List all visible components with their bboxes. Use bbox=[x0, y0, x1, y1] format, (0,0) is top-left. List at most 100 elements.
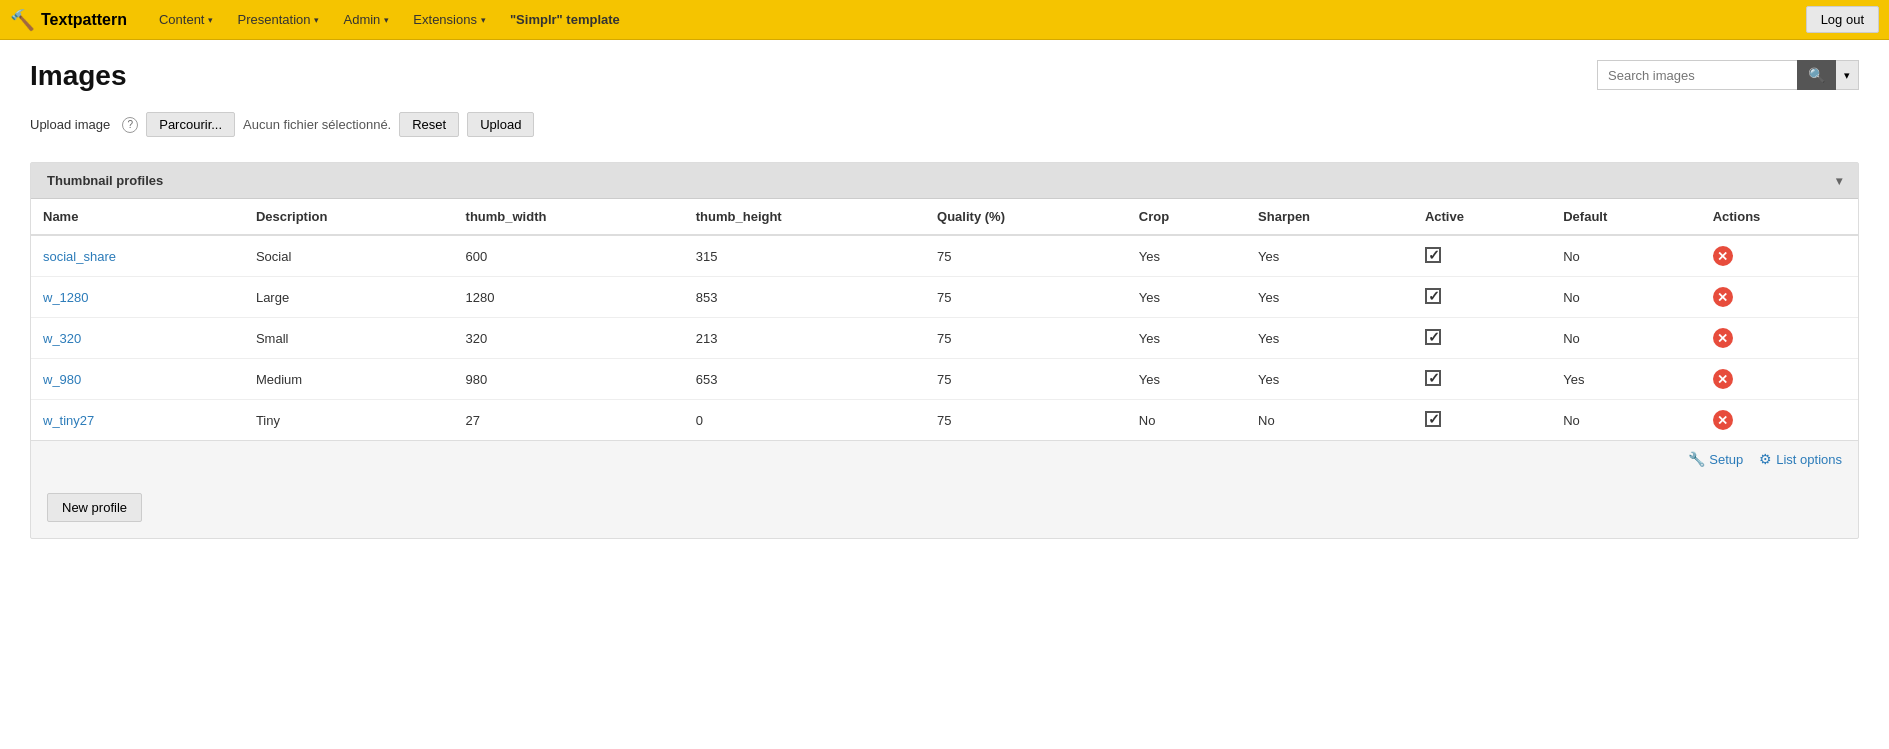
panel-collapse-icon[interactable]: ▾ bbox=[1836, 174, 1842, 188]
profile-default: No bbox=[1551, 400, 1700, 441]
profile-actions: ✕ bbox=[1701, 400, 1858, 441]
new-profile-button[interactable]: New profile bbox=[47, 493, 142, 522]
profile-description: Medium bbox=[244, 359, 454, 400]
gear-icon: ⚙ bbox=[1759, 451, 1772, 467]
profile-name-link[interactable]: w_tiny27 bbox=[43, 413, 94, 428]
nav-item-admin[interactable]: Admin ▾ bbox=[331, 0, 401, 40]
profile-description: Small bbox=[244, 318, 454, 359]
col-quality: Quality (%) bbox=[925, 199, 1127, 235]
upload-row: Upload image ? Parcourir... Aucun fichie… bbox=[30, 112, 1859, 137]
col-default: Default bbox=[1551, 199, 1700, 235]
table-header: Name Description thumb_width thumb_heigh… bbox=[31, 199, 1858, 235]
profile-name-link[interactable]: social_share bbox=[43, 249, 116, 264]
panel-footer: 🔧 Setup ⚙ List options bbox=[31, 440, 1858, 477]
page-title: Images bbox=[30, 60, 127, 92]
reset-button[interactable]: Reset bbox=[399, 112, 459, 137]
profiles-table: Name Description thumb_width thumb_heigh… bbox=[31, 199, 1858, 440]
active-checkbox[interactable] bbox=[1425, 329, 1441, 345]
col-description: Description bbox=[244, 199, 454, 235]
nav-extensions-label: Extensions bbox=[413, 12, 477, 27]
profile-actions: ✕ bbox=[1701, 235, 1858, 277]
table-row: w_tiny27 Tiny 27 0 75 No No No ✕ bbox=[31, 400, 1858, 441]
col-thumb-width: thumb_width bbox=[454, 199, 684, 235]
profile-crop: Yes bbox=[1127, 318, 1246, 359]
delete-icon[interactable]: ✕ bbox=[1713, 328, 1733, 348]
profile-thumb-height: 653 bbox=[684, 359, 925, 400]
file-name-display: Aucun fichier sélectionné. bbox=[243, 117, 391, 132]
profile-crop: No bbox=[1127, 400, 1246, 441]
active-checkbox[interactable] bbox=[1425, 288, 1441, 304]
active-checkbox[interactable] bbox=[1425, 247, 1441, 263]
wrench-icon: 🔧 bbox=[1688, 451, 1705, 467]
nav-presentation-label: Presentation bbox=[237, 12, 310, 27]
profile-active[interactable] bbox=[1413, 400, 1551, 441]
nav-item-presentation[interactable]: Presentation ▾ bbox=[225, 0, 331, 40]
profile-sharpen: Yes bbox=[1246, 277, 1413, 318]
table-row: w_1280 Large 1280 853 75 Yes Yes No ✕ bbox=[31, 277, 1858, 318]
search-input[interactable] bbox=[1597, 60, 1797, 90]
delete-icon[interactable]: ✕ bbox=[1713, 410, 1733, 430]
delete-icon[interactable]: ✕ bbox=[1713, 287, 1733, 307]
nav-item-content[interactable]: Content ▾ bbox=[147, 0, 226, 40]
table-row: w_980 Medium 980 653 75 Yes Yes Yes ✕ bbox=[31, 359, 1858, 400]
profile-active[interactable] bbox=[1413, 318, 1551, 359]
profile-thumb-width: 320 bbox=[454, 318, 684, 359]
profile-thumb-height: 0 bbox=[684, 400, 925, 441]
nav-item-extensions[interactable]: Extensions ▾ bbox=[401, 0, 498, 40]
brand-name: Textpattern bbox=[41, 11, 127, 29]
active-checkbox[interactable] bbox=[1425, 411, 1441, 427]
list-options-link[interactable]: ⚙ List options bbox=[1759, 451, 1842, 467]
upload-button[interactable]: Upload bbox=[467, 112, 534, 137]
browse-button[interactable]: Parcourir... bbox=[146, 112, 235, 137]
logout-button[interactable]: Log out bbox=[1806, 6, 1879, 33]
help-icon[interactable]: ? bbox=[122, 117, 138, 133]
page-header: Images 🔍 ▾ bbox=[30, 60, 1859, 92]
delete-icon[interactable]: ✕ bbox=[1713, 246, 1733, 266]
profile-name-link[interactable]: w_980 bbox=[43, 372, 81, 387]
profile-name-link[interactable]: w_320 bbox=[43, 331, 81, 346]
profile-actions: ✕ bbox=[1701, 318, 1858, 359]
profile-thumb-width: 980 bbox=[454, 359, 684, 400]
profiles-panel: Thumbnail profiles ▾ Name Description th… bbox=[30, 162, 1859, 539]
brand-logo[interactable]: 🔨 Textpattern bbox=[10, 8, 127, 32]
profile-crop: Yes bbox=[1127, 277, 1246, 318]
profile-thumb-width: 27 bbox=[454, 400, 684, 441]
profile-quality: 75 bbox=[925, 318, 1127, 359]
active-checkbox[interactable] bbox=[1425, 370, 1441, 386]
profile-sharpen: Yes bbox=[1246, 318, 1413, 359]
nav-menu: Content ▾ Presentation ▾ Admin ▾ Extensi… bbox=[147, 0, 632, 40]
profile-quality: 75 bbox=[925, 359, 1127, 400]
profiles-header: Thumbnail profiles ▾ bbox=[31, 163, 1858, 199]
search-dropdown-button[interactable]: ▾ bbox=[1836, 60, 1859, 90]
profile-sharpen: Yes bbox=[1246, 359, 1413, 400]
table-wrapper: Name Description thumb_width thumb_heigh… bbox=[31, 199, 1858, 440]
profile-sharpen: Yes bbox=[1246, 235, 1413, 277]
profile-default: No bbox=[1551, 277, 1700, 318]
search-button[interactable]: 🔍 bbox=[1797, 60, 1836, 90]
upload-label: Upload image bbox=[30, 117, 110, 132]
table-body: social_share Social 600 315 75 Yes Yes N… bbox=[31, 235, 1858, 440]
col-thumb-height: thumb_height bbox=[684, 199, 925, 235]
profiles-title: Thumbnail profiles bbox=[47, 173, 163, 188]
delete-icon[interactable]: ✕ bbox=[1713, 369, 1733, 389]
profile-active[interactable] bbox=[1413, 277, 1551, 318]
profile-thumb-height: 213 bbox=[684, 318, 925, 359]
chevron-down-icon: ▾ bbox=[208, 15, 213, 25]
profile-description: Large bbox=[244, 277, 454, 318]
nav-template: "Simplr" template bbox=[498, 0, 632, 40]
profile-active[interactable] bbox=[1413, 235, 1551, 277]
nav-admin-label: Admin bbox=[343, 12, 380, 27]
col-active: Active bbox=[1413, 199, 1551, 235]
profile-active[interactable] bbox=[1413, 359, 1551, 400]
profile-default: No bbox=[1551, 318, 1700, 359]
profile-quality: 75 bbox=[925, 235, 1127, 277]
setup-label: Setup bbox=[1709, 452, 1743, 467]
search-area: 🔍 ▾ bbox=[1597, 60, 1859, 90]
setup-link[interactable]: 🔧 Setup bbox=[1688, 451, 1743, 467]
profile-name-link[interactable]: w_1280 bbox=[43, 290, 89, 305]
navbar: 🔨 Textpattern Content ▾ Presentation ▾ A… bbox=[0, 0, 1889, 40]
chevron-down-icon: ▾ bbox=[314, 15, 319, 25]
profile-quality: 75 bbox=[925, 277, 1127, 318]
profile-description: Social bbox=[244, 235, 454, 277]
col-crop: Crop bbox=[1127, 199, 1246, 235]
